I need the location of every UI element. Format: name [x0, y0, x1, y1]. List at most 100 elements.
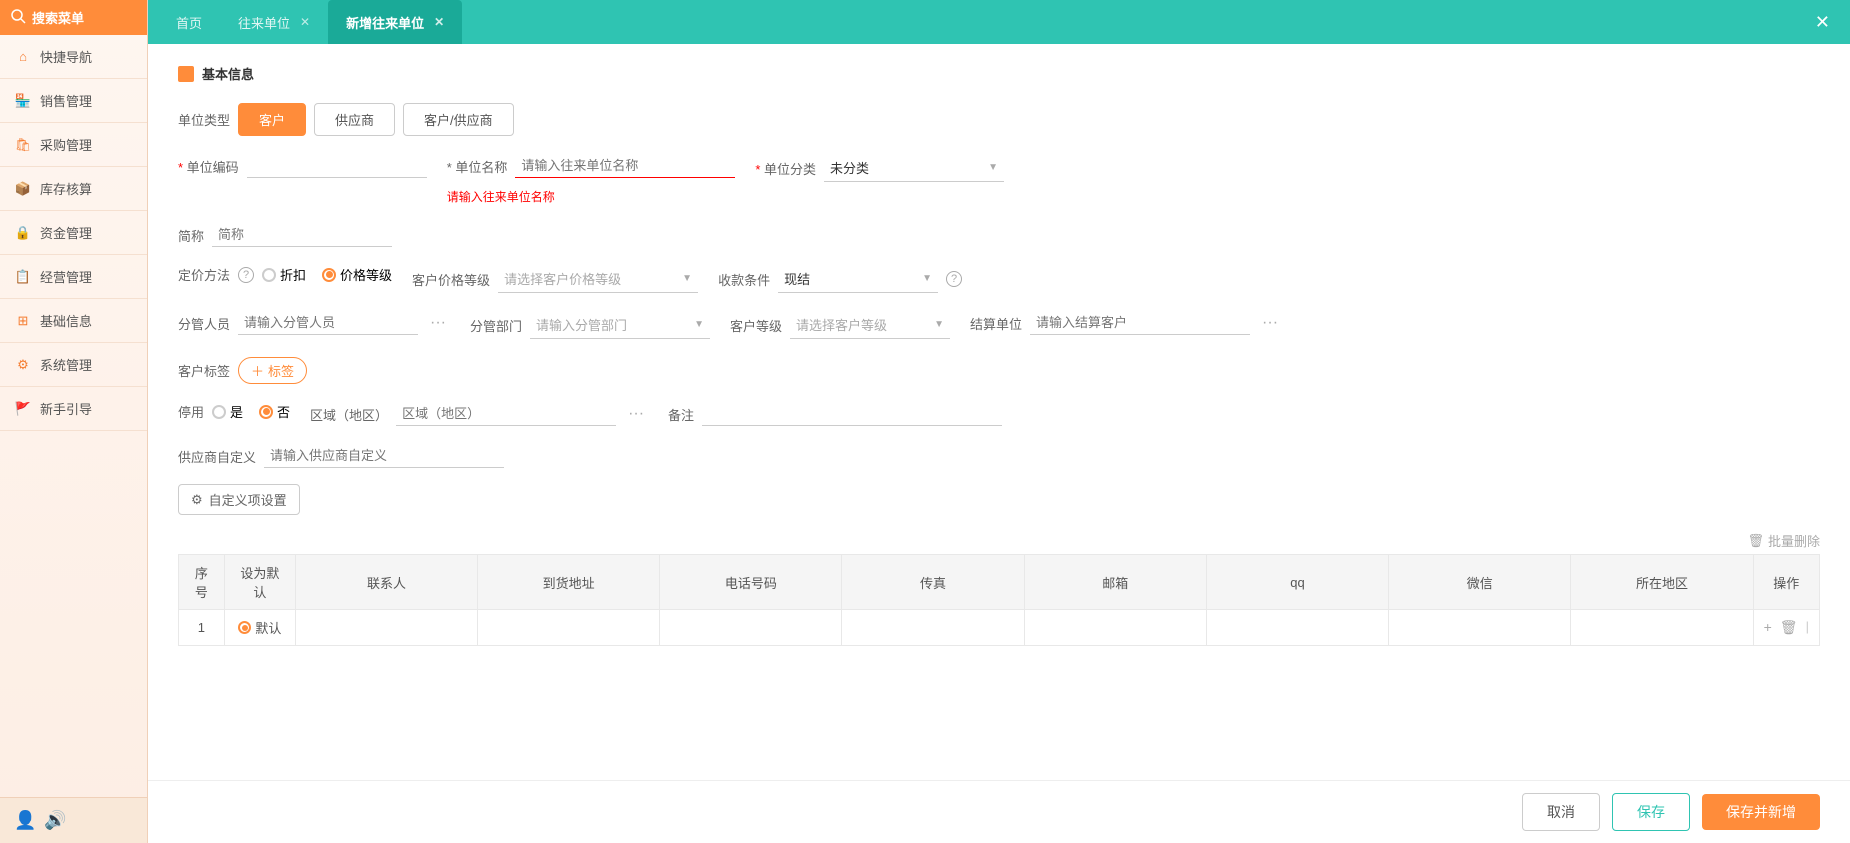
- supplier-custom-input[interactable]: [264, 444, 504, 468]
- shop-icon: 🏪: [14, 92, 32, 110]
- supervisor-input[interactable]: [238, 311, 418, 335]
- radio-circle-no: [259, 405, 273, 419]
- row-add-btn[interactable]: +: [1764, 619, 1772, 636]
- customer-price-level-label: 客户价格等级: [412, 270, 490, 289]
- region-table-input[interactable]: [1581, 620, 1742, 635]
- unit-category-field: 单位分类 未分类 ▼: [755, 154, 1004, 182]
- unit-name-row-inner: * 单位名称: [447, 154, 736, 178]
- sidebar-item-label: 资金管理: [40, 223, 92, 242]
- tab-new-partner[interactable]: 新增往来单位 ✕: [328, 0, 462, 44]
- cell-address[interactable]: [478, 610, 660, 646]
- sidebar-item-inventory[interactable]: 📦 库存核算: [0, 167, 147, 211]
- sidebar-item-quick-nav[interactable]: ⌂ 快捷导航: [0, 35, 147, 79]
- disabled-radio-group: 是 否: [212, 402, 290, 421]
- tab-home[interactable]: 首页: [158, 0, 220, 44]
- cell-region[interactable]: [1571, 610, 1753, 646]
- sidebar-item-purchase-mgmt[interactable]: 🛍 采购管理: [0, 123, 147, 167]
- cell-email[interactable]: [1024, 610, 1206, 646]
- pricing-radio-discount[interactable]: 折扣: [262, 265, 306, 284]
- unit-name-input[interactable]: [515, 154, 735, 178]
- customer-price-level-field: 客户价格等级 请选择客户价格等级 ▼: [412, 265, 698, 293]
- email-input[interactable]: [1035, 620, 1196, 635]
- payment-terms-help-icon[interactable]: ?: [946, 271, 962, 287]
- customer-price-level-select[interactable]: 请选择客户价格等级 ▼: [498, 265, 698, 293]
- payment-terms-field: 收款条件 现结 ▼ ?: [718, 265, 962, 293]
- gear-icon: ⚙: [14, 356, 32, 374]
- main-content: 首页 往来单位 ✕ 新增往来单位 ✕ ✕ 基本信息 单位类型 客户 供应商 客户…: [148, 0, 1850, 843]
- department-field: 分管部门 请输入分管部门 ▼: [470, 311, 710, 339]
- disabled-row: 停用 是 否 区域（地区） ···: [178, 402, 1820, 426]
- window-close-button[interactable]: ✕: [1805, 12, 1840, 33]
- fax-input[interactable]: [852, 620, 1013, 635]
- tab-home-label: 首页: [176, 13, 202, 32]
- type-btn-both[interactable]: 客户/供应商: [403, 103, 514, 136]
- sidebar-item-finance[interactable]: 🔒 资金管理: [0, 211, 147, 255]
- region-more-btn[interactable]: ···: [624, 405, 648, 423]
- qq-input[interactable]: [1217, 620, 1378, 635]
- cancel-button[interactable]: 取消: [1522, 793, 1600, 831]
- row-delete-btn[interactable]: 🗑: [1780, 619, 1798, 636]
- sidebar-item-basic-info[interactable]: ⊞ 基础信息: [0, 299, 147, 343]
- wechat-input[interactable]: [1399, 620, 1560, 635]
- phone-input[interactable]: [670, 620, 831, 635]
- unit-code-field: 单位编码 000009: [178, 154, 427, 178]
- cell-action: + 🗑 |: [1753, 610, 1819, 646]
- disabled-no[interactable]: 否: [259, 402, 290, 421]
- address-input[interactable]: [488, 620, 649, 635]
- disabled-yes[interactable]: 是: [212, 402, 243, 421]
- type-btn-supplier[interactable]: 供应商: [314, 103, 395, 136]
- sidebar-item-label: 经营管理: [40, 267, 92, 286]
- payment-terms-select[interactable]: 现结 ▼: [778, 265, 938, 293]
- pricing-help-icon[interactable]: ?: [238, 267, 254, 283]
- search-menu-label: 搜索菜单: [32, 8, 84, 27]
- sidebar-item-label: 新手引导: [40, 399, 92, 418]
- search-menu[interactable]: 搜索菜单: [0, 0, 147, 35]
- cell-phone[interactable]: [660, 610, 842, 646]
- abbr-input[interactable]: [212, 223, 392, 247]
- radio-inner-no: [263, 408, 270, 415]
- customer-level-label: 客户等级: [730, 316, 782, 335]
- row-default-radio[interactable]: [238, 621, 251, 634]
- unit-category-select[interactable]: 未分类 ▼: [824, 154, 1004, 182]
- sidebar-item-sales-mgmt[interactable]: 🏪 销售管理: [0, 79, 147, 123]
- cell-qq[interactable]: [1206, 610, 1388, 646]
- pricing-radio-level[interactable]: 价格等级: [322, 265, 392, 284]
- pricing-radio-discount-label: 折扣: [280, 265, 306, 284]
- tag-add-button[interactable]: ＋ 标签: [238, 357, 307, 384]
- region-input[interactable]: [396, 402, 616, 426]
- tab-bar: 首页 往来单位 ✕ 新增往来单位 ✕ ✕: [148, 0, 1850, 44]
- abbr-row: 简称: [178, 223, 1820, 247]
- customer-level-select[interactable]: 请选择客户等级 ▼: [790, 311, 950, 339]
- unit-code-input[interactable]: 000009: [247, 154, 427, 178]
- sidebar-item-sys-mgmt[interactable]: ⚙ 系统管理: [0, 343, 147, 387]
- tab-partners-close[interactable]: ✕: [300, 15, 310, 29]
- table-row: 1 默认: [179, 610, 1820, 646]
- supervisor-more-btn[interactable]: ···: [426, 314, 450, 332]
- batch-delete-button[interactable]: 🗑 批量删除: [1747, 531, 1820, 550]
- customer-tags-label: 客户标签: [178, 361, 230, 380]
- supervisor-label: 分管人员: [178, 314, 230, 333]
- tab-partners-label: 往来单位: [238, 13, 290, 32]
- type-btn-customer[interactable]: 客户: [238, 103, 306, 136]
- remark-input[interactable]: [702, 402, 1002, 426]
- cell-fax[interactable]: [842, 610, 1024, 646]
- save-new-button[interactable]: 保存并新增: [1702, 794, 1820, 830]
- custom-settings-button[interactable]: ⚙ 自定义项设置: [178, 484, 300, 515]
- settlement-unit-input[interactable]: [1030, 311, 1250, 335]
- contact-input[interactable]: [306, 620, 467, 635]
- tab-partners[interactable]: 往来单位 ✕: [220, 0, 328, 44]
- save-button[interactable]: 保存: [1612, 793, 1690, 831]
- settlement-more-btn[interactable]: ···: [1258, 314, 1282, 332]
- cell-wechat[interactable]: [1389, 610, 1571, 646]
- settlement-unit-label: 结算单位: [970, 314, 1022, 333]
- table-body: 1 默认: [179, 610, 1820, 646]
- supplier-custom-label: 供应商自定义: [178, 447, 256, 466]
- department-select[interactable]: 请输入分管部门 ▼: [530, 311, 710, 339]
- tab-new-partner-close[interactable]: ✕: [434, 15, 444, 29]
- dropdown-arrow-icon4: ▼: [694, 319, 704, 330]
- section-icon: [178, 66, 194, 82]
- sidebar-item-new-guide[interactable]: 🚩 新手引导: [0, 387, 147, 431]
- col-wechat: 微信: [1389, 555, 1571, 610]
- sidebar-item-operations[interactable]: 📋 经营管理: [0, 255, 147, 299]
- cell-contact[interactable]: [295, 610, 477, 646]
